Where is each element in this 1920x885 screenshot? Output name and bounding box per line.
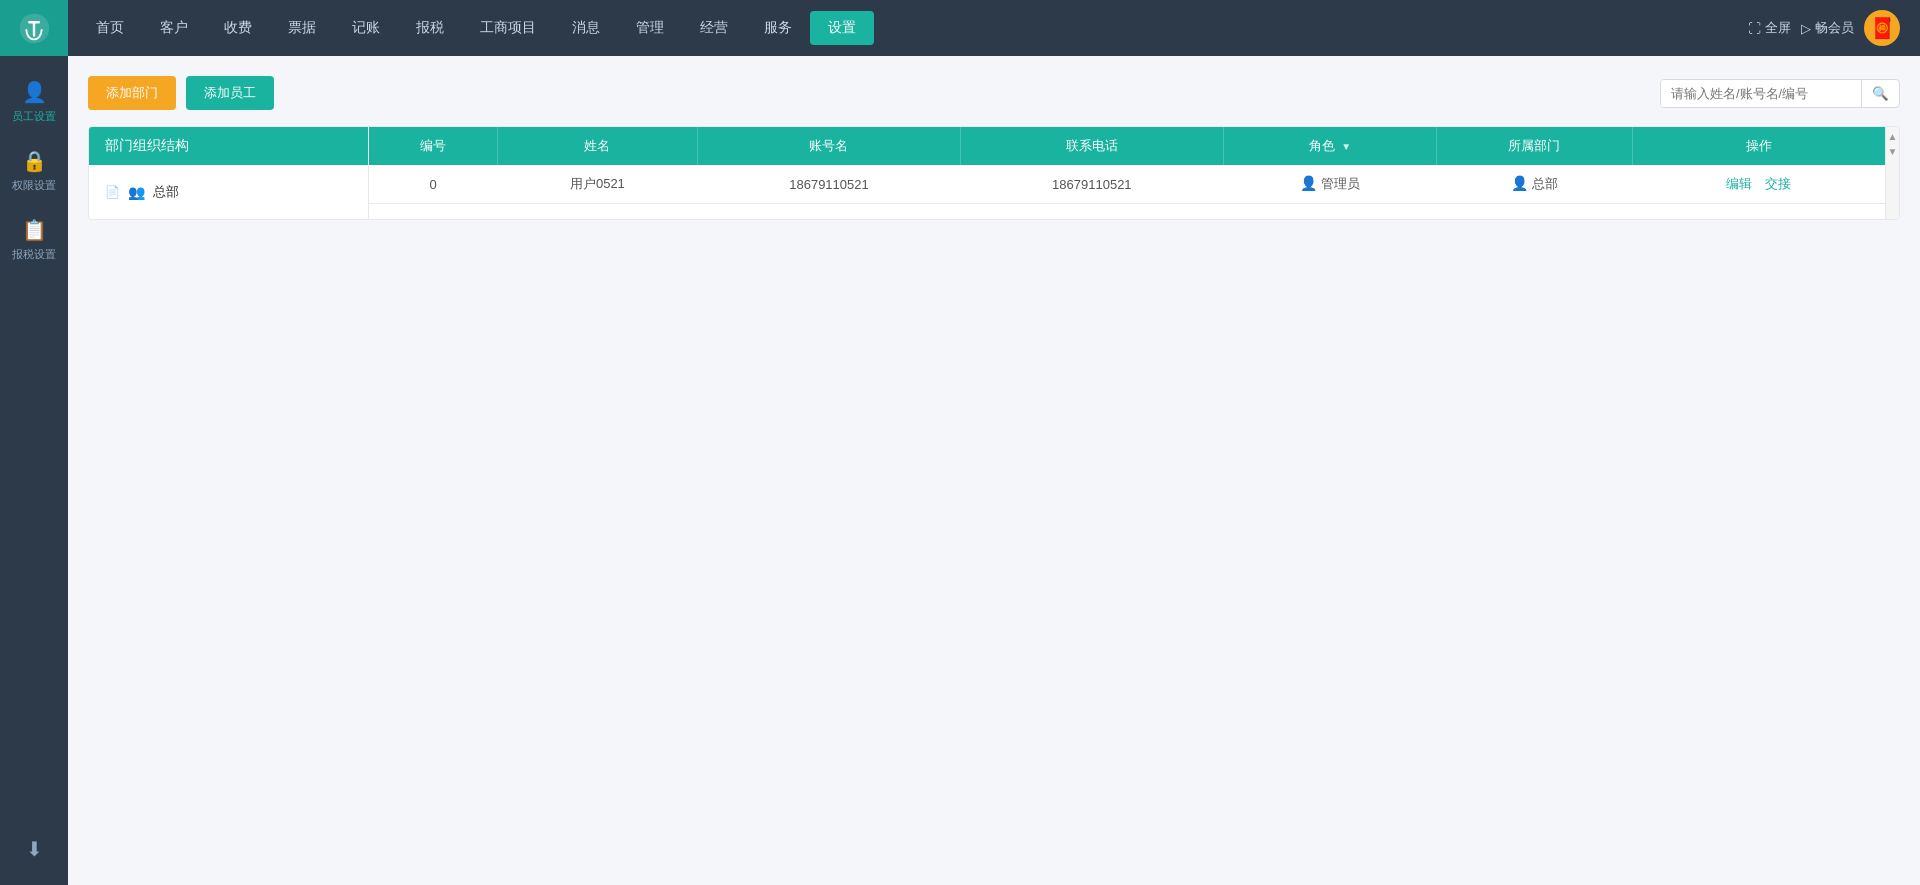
sidebar-bottom: ⬇ [0, 823, 68, 875]
tree-panel: 部门组织结构 📄 👥 总部 [89, 127, 369, 219]
dept-user-icon: 👤 [1511, 175, 1528, 191]
cell-role: 👤管理员 [1223, 165, 1436, 204]
sidebar-label-tax-settings: 报税设置 [12, 248, 56, 261]
toolbar: 添加部门 添加员工 🔍 [88, 76, 1900, 110]
sidebar-item-permission[interactable]: 🔒 权限设置 [0, 135, 68, 204]
member-btn[interactable]: ▷ 畅会员 [1801, 19, 1854, 37]
avatar[interactable]: 🧧 [1864, 10, 1900, 46]
sidebar-label-permission: 权限设置 [12, 179, 56, 192]
tree-item-label: 总部 [153, 183, 179, 201]
nav-fee[interactable]: 收费 [206, 0, 270, 56]
add-dept-button[interactable]: 添加部门 [88, 76, 176, 110]
col-header-actions: 操作 [1632, 127, 1885, 165]
add-staff-button[interactable]: 添加员工 [186, 76, 274, 110]
tree-body: 📄 👥 总部 [89, 165, 368, 219]
tree-item-head[interactable]: 📄 👥 总部 [89, 175, 368, 209]
cell-actions: 编辑 交接 [1632, 165, 1885, 204]
transfer-link[interactable]: 交接 [1765, 176, 1791, 191]
nav-operation[interactable]: 经营 [682, 0, 746, 56]
scroll-down-arrow[interactable]: ▼ [1888, 144, 1898, 159]
cell-name: 用户0521 [497, 165, 697, 204]
download-icon: ⬇ [20, 835, 48, 863]
nav-service[interactable]: 服务 [746, 0, 810, 56]
sidebar-download-btn[interactable]: ⬇ [0, 823, 68, 875]
toolbar-left: 添加部门 添加员工 [88, 76, 274, 110]
table-row: 0 用户0521 18679110521 18679110521 👤管理员 👤总… [369, 165, 1885, 204]
table-header-row: 编号 姓名 账号名 联系电话 角色 ▼ 所属部门 操作 [369, 127, 1885, 165]
logo[interactable] [0, 0, 68, 56]
fullscreen-btn[interactable]: ⛶ 全屏 [1748, 19, 1791, 37]
tree-header: 部门组织结构 [89, 127, 368, 165]
nav-manage[interactable]: 管理 [618, 0, 682, 56]
nav-settings[interactable]: 设置 [810, 11, 874, 45]
nav-accounting[interactable]: 记账 [334, 0, 398, 56]
nav-tax[interactable]: 报税 [398, 0, 462, 56]
col-header-id: 编号 [369, 127, 497, 165]
sidebar: 👤 员工设置 🔒 权限设置 📋 报税设置 ⬇ [0, 56, 68, 885]
employee-icon: 👤 [20, 78, 48, 106]
search-input[interactable] [1661, 80, 1861, 107]
employee-table: 编号 姓名 账号名 联系电话 角色 ▼ 所属部门 操作 0 [369, 127, 1885, 204]
col-header-name: 姓名 [497, 127, 697, 165]
content-area: 部门组织结构 📄 👥 总部 编号 姓名 账号名 联系电话 [88, 126, 1900, 220]
search-box: 🔍 [1660, 79, 1900, 108]
cell-account: 18679110521 [698, 165, 961, 204]
cell-dept: 👤总部 [1437, 165, 1632, 204]
col-header-account: 账号名 [698, 127, 961, 165]
nav-ticket[interactable]: 票据 [270, 0, 334, 56]
sidebar-label-employee: 员工设置 [12, 110, 56, 123]
tree-person-icon: 👥 [128, 184, 145, 200]
fullscreen-icon: ⛶ [1748, 21, 1761, 36]
member-icon: ▷ [1801, 21, 1811, 36]
nav-home[interactable]: 首页 [78, 0, 142, 56]
nav-message[interactable]: 消息 [554, 0, 618, 56]
sidebar-item-tax-settings[interactable]: 📋 报税设置 [0, 204, 68, 273]
sidebar-item-employee[interactable]: 👤 员工设置 [0, 66, 68, 135]
search-button[interactable]: 🔍 [1861, 80, 1899, 107]
col-header-phone: 联系电话 [960, 127, 1223, 165]
table-panel: 编号 姓名 账号名 联系电话 角色 ▼ 所属部门 操作 0 [369, 127, 1885, 219]
search-icon: 🔍 [1872, 86, 1889, 101]
top-nav: 首页 客户 收费 票据 记账 报税 工商项目 消息 管理 经营 服务 设置 ⛶ … [0, 0, 1920, 56]
edit-link[interactable]: 编辑 [1726, 176, 1752, 191]
nav-items: 首页 客户 收费 票据 记账 报税 工商项目 消息 管理 经营 服务 设置 [68, 0, 1748, 56]
main-content: 添加部门 添加员工 🔍 部门组织结构 📄 👥 总部 [68, 56, 1920, 885]
member-label: 畅会员 [1815, 19, 1854, 37]
tree-file-icon: 📄 [105, 185, 120, 199]
role-filter-icon[interactable]: ▼ [1341, 141, 1351, 152]
col-header-role: 角色 ▼ [1223, 127, 1436, 165]
fullscreen-label: 全屏 [1765, 19, 1791, 37]
scroll-up-arrow[interactable]: ▲ [1888, 129, 1898, 144]
tax-settings-icon: 📋 [20, 216, 48, 244]
nav-customer[interactable]: 客户 [142, 0, 206, 56]
cell-phone: 18679110521 [960, 165, 1223, 204]
col-header-dept: 所属部门 [1437, 127, 1632, 165]
scroll-bar: ▲ ▼ [1885, 127, 1899, 219]
nav-right: ⛶ 全屏 ▷ 畅会员 🧧 [1748, 10, 1920, 46]
permission-icon: 🔒 [20, 147, 48, 175]
role-user-icon: 👤 [1300, 175, 1317, 191]
nav-business[interactable]: 工商项目 [462, 0, 554, 56]
cell-id: 0 [369, 165, 497, 204]
